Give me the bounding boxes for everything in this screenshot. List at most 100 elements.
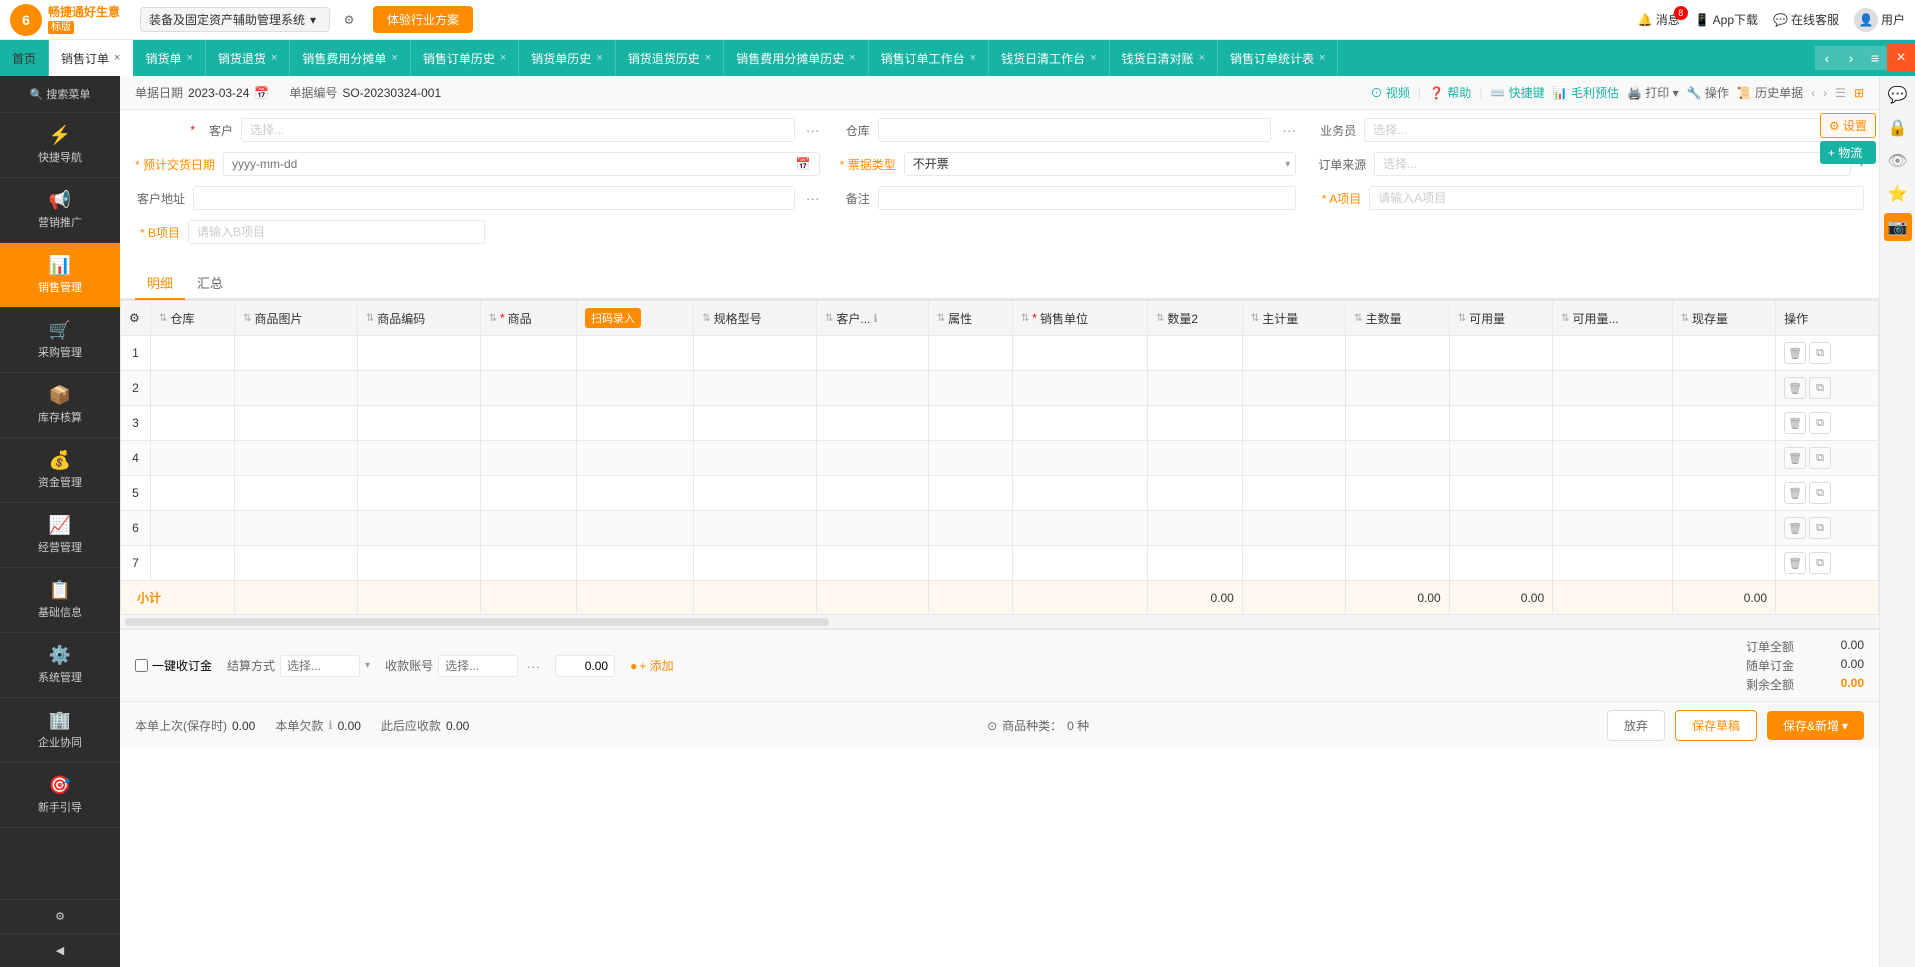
warehouse-more-icon[interactable]: ··· [1282, 122, 1296, 138]
online-support-link[interactable]: 💬 在线客服 [1773, 11, 1839, 28]
sidebar-item-quick-nav[interactable]: ⚡ 快捷导航 [0, 113, 120, 178]
date-calendar-icon[interactable]: 📅 [254, 86, 269, 100]
tab-close-cash-workbench[interactable]: × [1090, 52, 1096, 64]
discard-button[interactable]: 放弃 [1607, 710, 1665, 741]
customer-code-info-icon[interactable]: ℹ [873, 312, 877, 325]
settlement-dropdown[interactable]: ▾ [365, 660, 370, 671]
scan-button[interactable]: 扫码录入 [585, 308, 641, 328]
sidebar-item-system[interactable]: ⚙️ 系统管理 [0, 633, 120, 698]
tab-close-cash-reconcile[interactable]: × [1199, 52, 1205, 64]
settings-icon[interactable]: ⚙ [335, 6, 363, 34]
tab-detail[interactable]: 明细 [135, 267, 185, 300]
row-copy-7[interactable]: ⧉ [1809, 552, 1831, 574]
invoice-type-select-wrap[interactable]: 不开票 增值税普通发票 增值税专用发票 [904, 152, 1296, 176]
sidebar-item-basic-info[interactable]: 📋 基础信息 [0, 568, 120, 633]
row-copy-4[interactable]: ⧉ [1809, 447, 1831, 469]
tab-sales-return[interactable]: 销货单 × [133, 40, 205, 76]
save-new-button[interactable]: 保存&新增 ▾ [1767, 711, 1864, 740]
sort-available2[interactable]: ⇅ [1561, 313, 1569, 324]
sidebar-collapse-btn[interactable]: ◀ [0, 933, 120, 967]
sidebar-item-sales[interactable]: 📊 销售管理 [0, 243, 120, 308]
operations-link[interactable]: 🔧 操作 [1687, 84, 1729, 101]
tab-refund-history[interactable]: 销货退货历史 × [616, 40, 724, 76]
app-download-link[interactable]: 📱 App下载 [1695, 11, 1758, 28]
tab-close-sales-order[interactable]: × [114, 52, 120, 64]
invoice-type-select[interactable]: 不开票 增值税普通发票 增值税专用发票 [905, 153, 1018, 175]
tab-order-history[interactable]: 销售订单历史 × [411, 40, 519, 76]
salesperson-input[interactable] [1364, 118, 1839, 142]
tab-home[interactable]: 首页 [0, 40, 49, 76]
sidebar-item-marketing[interactable]: 📢 营销推广 [0, 178, 120, 243]
row-delete-2[interactable]: 🗑 [1784, 377, 1806, 399]
row-delete-4[interactable]: 🗑 [1784, 447, 1806, 469]
view-link[interactable]: ⊙ 视频 [1371, 84, 1410, 101]
sort-product[interactable]: ⇅ [489, 313, 497, 324]
tab-cash-reconcile[interactable]: 钱货日清对账 × [1110, 40, 1218, 76]
sort-warehouse[interactable]: ⇅ [159, 313, 167, 324]
tab-close-expense-history[interactable]: × [849, 52, 855, 64]
row-delete-1[interactable]: 🗑 [1784, 342, 1806, 364]
right-sidebar-lock-icon[interactable]: 🔒 [1884, 114, 1912, 142]
tab-scroll-right[interactable]: › [1839, 46, 1863, 70]
tab-close-order-history[interactable]: × [500, 52, 506, 64]
right-sidebar-scan-icon[interactable]: 📷 [1884, 213, 1912, 241]
one-click-checkbox[interactable] [135, 659, 148, 672]
row-copy-3[interactable]: ⧉ [1809, 412, 1831, 434]
system-selector[interactable]: 装备及固定资产辅助管理系统 ▾ [140, 7, 330, 32]
payment-amount-input[interactable] [555, 655, 615, 677]
right-sidebar-eye-icon[interactable]: 👁 [1884, 147, 1912, 175]
sort-available[interactable]: ⇅ [1458, 313, 1466, 324]
tab-close-sales-return[interactable]: × [186, 52, 192, 64]
tab-close-sales-stats[interactable]: × [1319, 52, 1325, 64]
tab-sales-refund[interactable]: 销货退货 × [206, 40, 290, 76]
tab-sales-order[interactable]: 销售订单 × [49, 40, 133, 76]
tab-menu[interactable]: ≡ [1863, 46, 1887, 70]
sort-current-stock[interactable]: ⇅ [1681, 313, 1689, 324]
tab-close-all[interactable]: × [1887, 44, 1915, 72]
tab-expense-history[interactable]: 销售费用分摊单历史 × [724, 40, 868, 76]
tab-close-refund-history[interactable]: × [705, 52, 711, 64]
tab-close-sales-refund[interactable]: × [271, 52, 277, 64]
tab-sales-stats[interactable]: 销售订单统计表 × [1218, 40, 1338, 76]
row-copy-2[interactable]: ⧉ [1809, 377, 1831, 399]
project-b-input[interactable] [188, 220, 485, 244]
customer-more-icon[interactable]: ··· [806, 122, 820, 138]
row-copy-5[interactable]: ⧉ [1809, 482, 1831, 504]
sort-attributes[interactable]: ⇅ [937, 313, 945, 324]
sort-main-qty[interactable]: ⇅ [1354, 313, 1362, 324]
print-link[interactable]: 🖨️ 打印 ▾ [1627, 84, 1679, 101]
save-draft-button[interactable]: 保存草稿 [1675, 710, 1757, 741]
sort-main-unit[interactable]: ⇅ [1251, 313, 1259, 324]
delivery-date-cal-icon[interactable]: 📅 [796, 157, 811, 171]
sidebar-item-search[interactable]: 🔍 搜索菜单 [0, 76, 120, 113]
th-gear[interactable]: ⚙ [121, 301, 151, 336]
sort-sales-unit[interactable]: ⇅ [1021, 313, 1029, 324]
project-a-input[interactable] [1369, 186, 1864, 210]
tab-scroll-left[interactable]: ‹ [1815, 46, 1839, 70]
shortcut-link[interactable]: ⌨️ 快捷键 [1490, 84, 1544, 101]
address-more-icon[interactable]: ··· [806, 190, 820, 206]
tab-order-workbench[interactable]: 销售订单工作台 × [869, 40, 989, 76]
delivery-date-input[interactable] [232, 157, 796, 171]
warehouse-input[interactable]: 成品库 [878, 118, 1271, 142]
row-copy-1[interactable]: ⧉ [1809, 342, 1831, 364]
sidebar-item-finance[interactable]: 💰 资金管理 [0, 438, 120, 503]
nav-prev-icon[interactable]: ‹ [1811, 86, 1815, 100]
sort-qty2[interactable]: ⇅ [1156, 313, 1164, 324]
add-payment-btn[interactable]: ● + 添加 [630, 657, 674, 674]
tab-return-history[interactable]: 销货单历史 × [519, 40, 615, 76]
row-delete-3[interactable]: 🗑 [1784, 412, 1806, 434]
help-link[interactable]: ❓ 帮助 [1429, 84, 1471, 101]
profit-forecast-link[interactable]: 📊 毛利预估 [1553, 84, 1619, 101]
row-delete-7[interactable]: 🗑 [1784, 552, 1806, 574]
notification-bell[interactable]: 🔔 8 消息 [1638, 11, 1680, 28]
right-sidebar-star-icon[interactable]: ⭐ [1884, 180, 1912, 208]
sidebar-settings-btn[interactable]: ⚙ [0, 899, 120, 933]
tab-expense-split[interactable]: 销售费用分摊单 × [290, 40, 410, 76]
list-view-icon[interactable]: ☰ [1835, 86, 1846, 100]
sidebar-item-guide[interactable]: 🎯 新手引导 [0, 763, 120, 828]
row-delete-6[interactable]: 🗑 [1784, 517, 1806, 539]
trial-button[interactable]: 体验行业方案 [373, 6, 473, 33]
right-sidebar-chat-icon[interactable]: 💬 [1884, 81, 1912, 109]
add-logistics-btn[interactable]: + 物流 [1820, 141, 1876, 164]
